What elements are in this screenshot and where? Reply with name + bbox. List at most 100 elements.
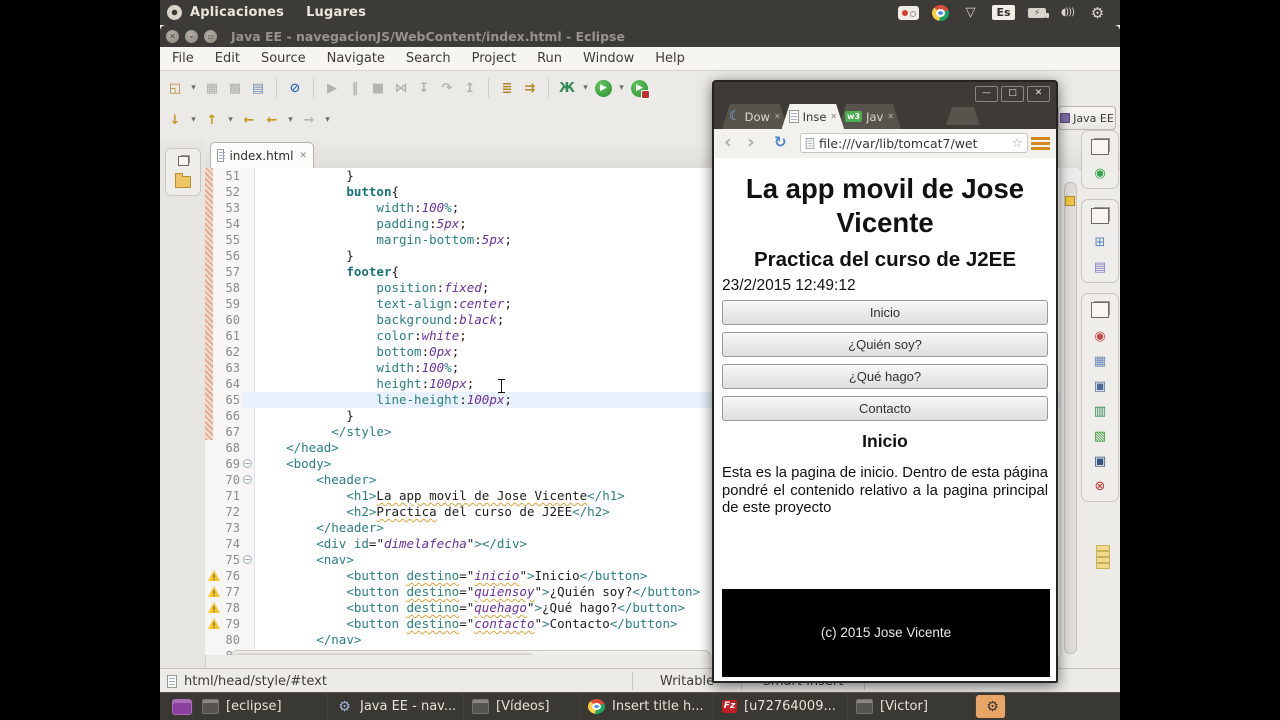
perspective-java-ee-button[interactable]: Java EE — [1058, 106, 1116, 130]
browser-tab-jav[interactable]: w3 Jav ✕ — [838, 104, 901, 129]
properties-icon[interactable]: ▦ — [1092, 354, 1108, 369]
vscroll-thumb[interactable] — [1064, 182, 1077, 654]
taskbar-item-[Vídeos][interactable]: [Vídeos] — [464, 693, 580, 720]
restore-view-icon[interactable] — [1091, 208, 1109, 224]
skip-breakpoints-icon[interactable]: ⊘ — [286, 79, 304, 97]
run-history-icon[interactable]: ▶ — [631, 79, 650, 99]
minimize-icon[interactable]: – — [185, 29, 198, 43]
browser-tab-inse[interactable]: Inse ✕ — [782, 104, 844, 129]
browser-tab-dow[interactable]: ☾ Dow ✕ — [722, 104, 788, 129]
servers-icon[interactable]: ▣ — [1092, 379, 1108, 394]
disconnect-icon[interactable]: ⋈ — [392, 79, 410, 97]
nav-button-quhago[interactable]: ¿Qué hago? — [722, 364, 1048, 389]
minimize-icon[interactable]: — — [975, 86, 998, 102]
taskbar-item-[Victor][interactable]: [Victor] — [848, 693, 976, 720]
tab-close-icon[interactable]: ✕ — [830, 112, 837, 121]
menu-help[interactable]: Help — [655, 51, 685, 66]
gear-icon[interactable]: ⚙ — [1089, 4, 1106, 22]
save-icon[interactable]: ▦ — [203, 79, 221, 97]
palette-icon[interactable]: ◉ — [1092, 166, 1108, 181]
tab-index-html[interactable]: index.html ✕ — [210, 142, 314, 168]
hscroll-thumb[interactable] — [234, 653, 534, 655]
browser-menu-icon[interactable] — [1031, 137, 1050, 150]
panel-menu-lugares[interactable]: Lugares — [306, 5, 366, 20]
menu-run[interactable]: Run — [537, 51, 562, 66]
eclipse-titlebar[interactable]: ✕ – ▫ Java EE - navegacionJS/WebContent/… — [160, 25, 1120, 47]
keyboard-layout[interactable]: Es — [992, 5, 1015, 20]
taskbar-item-gear-window[interactable]: ⚙ — [976, 695, 1006, 718]
fold-collapse-icon[interactable]: – — [243, 459, 252, 469]
restore-view-icon[interactable] — [177, 156, 189, 166]
overview-warning-marker[interactable] — [1065, 196, 1075, 206]
taskbar-item-[u72764009...[interactable]: Fz [u72764009... — [714, 693, 848, 720]
new-tab-button[interactable] — [946, 107, 980, 125]
markers-icon[interactable]: ◉ — [1092, 329, 1108, 344]
step-return-icon[interactable]: ↥ — [461, 79, 479, 97]
dropdown-arrow-icon[interactable]: ▾ — [286, 115, 295, 125]
dropdown-arrow-icon[interactable]: ▾ — [323, 115, 332, 125]
terminate-icon[interactable]: ■ — [369, 79, 387, 97]
fold-collapse-icon[interactable]: – — [243, 555, 252, 565]
last-edit-up-icon[interactable]: ↑ — [203, 111, 221, 129]
tab-close-icon[interactable]: ✕ — [299, 151, 307, 161]
menu-edit[interactable]: Edit — [215, 51, 240, 66]
taskbar-item-Java EE - nav...[interactable]: ⚙ Java EE - nav... — [328, 693, 464, 720]
console-icon[interactable]: ▣ — [1092, 454, 1108, 469]
forward-icon[interactable]: → — [300, 111, 318, 129]
templates-icon[interactable]: ▤ — [1092, 260, 1108, 275]
url-bar[interactable]: file:///var/lib/tomcat7/wet ☆ — [800, 133, 1028, 153]
menu-navigate[interactable]: Navigate — [327, 51, 385, 66]
wifi-icon[interactable]: ▽ — [962, 4, 979, 21]
vertical-scrollbar[interactable] — [1060, 168, 1079, 655]
tab-close-icon[interactable]: ✕ — [887, 112, 894, 121]
maximize-icon[interactable]: ▫ — [204, 29, 217, 43]
menu-window[interactable]: Window — [583, 51, 634, 66]
forward-icon[interactable]: › — [747, 131, 755, 153]
step-over-icon[interactable]: ↷ — [438, 79, 456, 97]
dropdown-arrow-icon[interactable]: ▾ — [189, 83, 198, 93]
use-step-filters-icon[interactable]: ≣ — [498, 79, 516, 97]
error-log-icon[interactable]: ⊗ — [1092, 479, 1108, 494]
taskbar-item-[eclipse][interactable]: [eclipse] — [194, 693, 328, 720]
data-source-icon[interactable]: ▥ — [1092, 404, 1108, 419]
tab-close-icon[interactable]: ✕ — [774, 112, 781, 121]
snippets-icon[interactable]: ▧ — [1092, 429, 1108, 444]
run-icon[interactable]: ▶ — [595, 79, 612, 97]
volume-icon[interactable]: ◖))) — [1059, 4, 1076, 21]
bookmark-star-icon[interactable]: ☆ — [1011, 136, 1023, 151]
chrome-icon[interactable] — [932, 4, 949, 21]
nav-button-contacto[interactable]: Contacto — [722, 396, 1048, 421]
dropdown-arrow-icon[interactable]: ▾ — [617, 83, 626, 93]
dropdown-arrow-icon[interactable]: ▾ — [581, 83, 590, 93]
back-to-icon[interactable]: ← — [240, 111, 258, 129]
fold-collapse-icon[interactable]: – — [243, 475, 252, 485]
new-icon[interactable]: ◱ — [166, 79, 184, 97]
menu-search[interactable]: Search — [406, 51, 451, 66]
distributor-logo-icon[interactable] — [167, 5, 182, 20]
close-icon[interactable]: ✕ — [1027, 86, 1050, 102]
battery-icon[interactable]: ⚡ — [1028, 7, 1049, 18]
clear-icon[interactable]: ⇉ — [521, 79, 539, 97]
url-text[interactable]: file:///var/lib/tomcat7/wet — [819, 136, 1007, 151]
restore-view-icon[interactable] — [1091, 302, 1109, 318]
dropdown-arrow-icon[interactable]: ▾ — [189, 115, 198, 125]
print-icon[interactable]: ▤ — [249, 79, 267, 97]
menu-file[interactable]: File — [172, 51, 194, 66]
recorder-icon[interactable] — [898, 5, 919, 20]
back-icon[interactable]: ‹ — [724, 131, 732, 153]
menu-source[interactable]: Source — [261, 51, 306, 66]
nav-button-quinsoy[interactable]: ¿Quién soy? — [722, 332, 1048, 357]
restore-view-icon[interactable] — [1091, 139, 1109, 155]
taskbar-item-media-player[interactable] — [164, 693, 194, 720]
suspend-icon[interactable]: ‖ — [346, 79, 364, 97]
outline-icon[interactable]: ⊞ — [1092, 235, 1108, 250]
debug-icon[interactable]: Ж — [558, 79, 576, 97]
resume-icon[interactable]: ▶ — [323, 79, 341, 97]
dropdown-arrow-icon[interactable]: ▾ — [226, 115, 235, 125]
reload-icon[interactable]: ↻ — [774, 133, 787, 151]
saveall-icon[interactable]: ▩ — [226, 79, 244, 97]
back-icon[interactable]: ← — [263, 111, 281, 129]
panel-menu-aplicaciones[interactable]: Aplicaciones — [190, 5, 284, 20]
maximize-icon[interactable]: □ — [1001, 86, 1024, 102]
nav-button-inicio[interactable]: Inicio — [722, 300, 1048, 325]
